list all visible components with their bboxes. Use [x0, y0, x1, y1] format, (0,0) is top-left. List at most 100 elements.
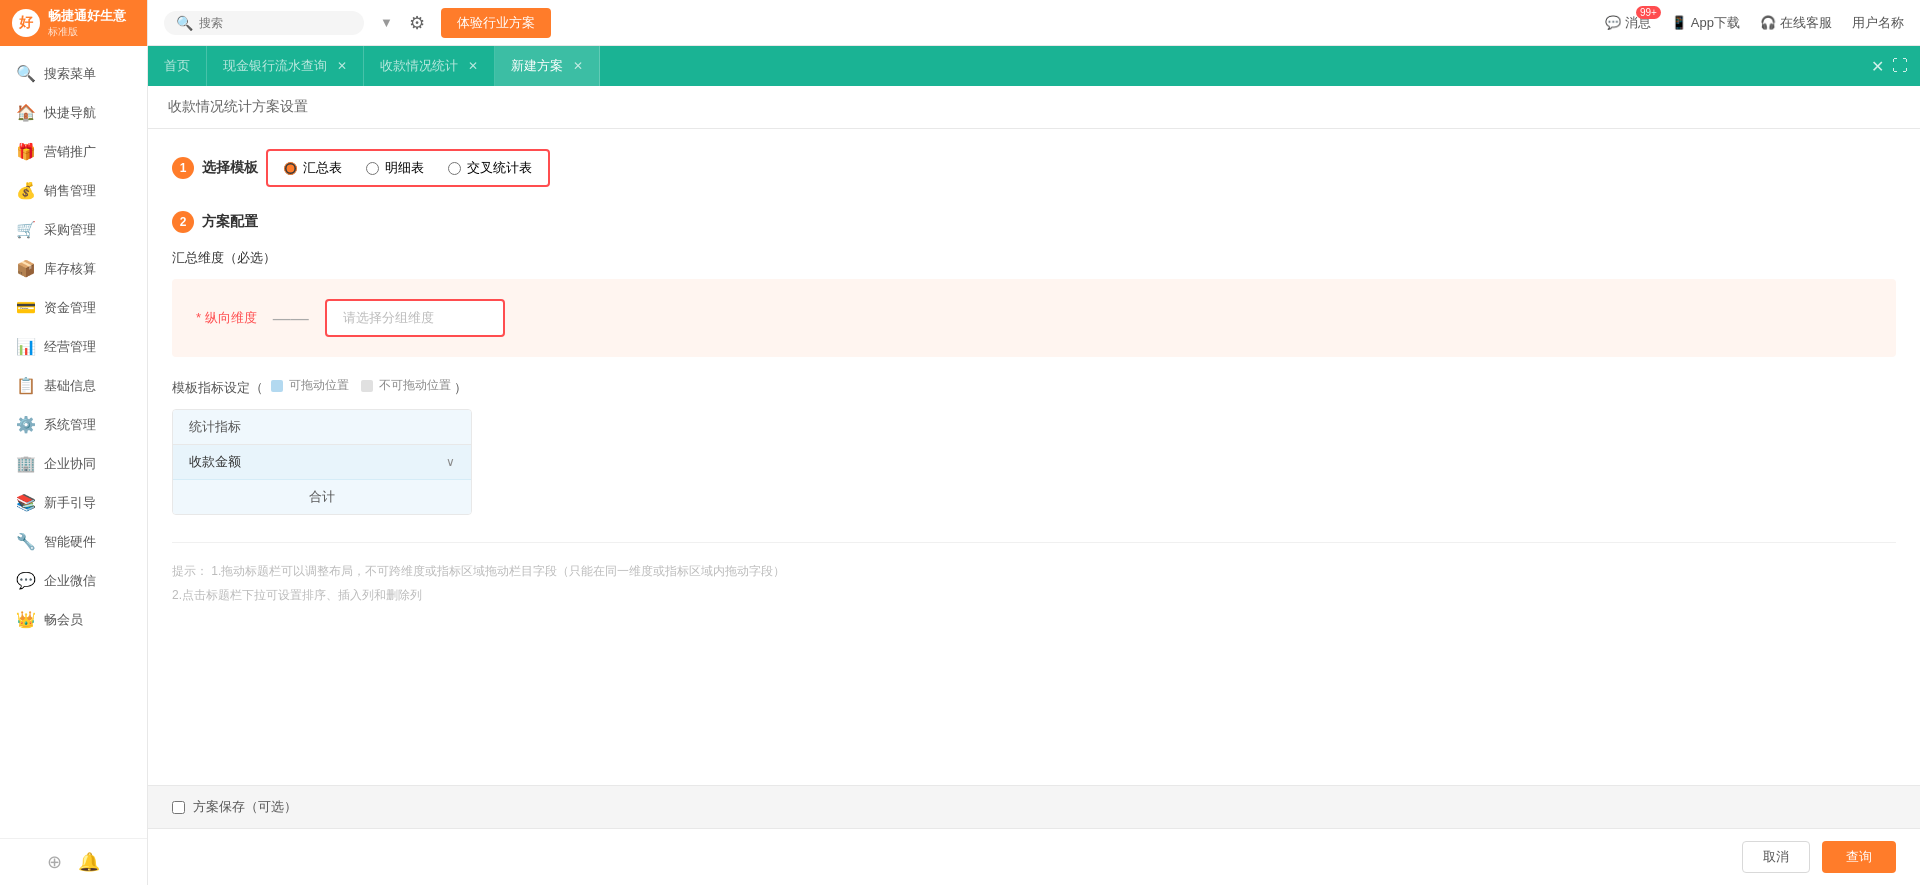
vertical-dimension-label: * 纵向维度 — [196, 309, 257, 327]
step1-number: 1 — [172, 157, 194, 179]
sidebar-item-label: 快捷导航 — [44, 104, 131, 122]
online-support-button[interactable]: 🎧 在线客服 — [1760, 14, 1832, 32]
step1-section: 1 选择模板 汇总表 明细表 交叉统计表 — [172, 149, 1896, 187]
content-area: 收款情况统计方案设置 1 选择模板 汇总表 明细表 — [148, 86, 1920, 885]
clipboard-icon: 📋 — [16, 376, 36, 395]
metric-header: 模板指标设定（ 可拖动位置 不可拖动位置 — [172, 377, 1896, 397]
fixed-dot — [361, 380, 373, 392]
step2-number: 2 — [172, 211, 194, 233]
sidebar-item-purchase[interactable]: 🛒 采购管理 — [0, 210, 147, 249]
sidebar-logo: 好 畅捷通好生意 标准版 — [0, 0, 147, 46]
dimension-area: * 纵向维度 —— 请选择分组维度 — [172, 279, 1896, 357]
sidebar-item-marketing[interactable]: 🎁 营销推广 — [0, 132, 147, 171]
sidebar-item-member[interactable]: 👑 畅会员 — [0, 600, 147, 639]
tab-home-label: 首页 — [164, 57, 190, 75]
sidebar-item-label: 采购管理 — [44, 221, 131, 239]
sidebar-item-label: 畅会员 — [44, 611, 131, 629]
tab-bank-flow[interactable]: 现金银行流水查询 ✕ — [207, 46, 364, 86]
tab-receipt-stats-close[interactable]: ✕ — [468, 59, 478, 73]
metric-table-header: 统计指标 — [173, 410, 471, 445]
dimension-title: 汇总维度（必选） — [172, 249, 1896, 267]
tab-home[interactable]: 首页 — [148, 46, 207, 86]
sidebar-item-search[interactable]: 🔍 搜索菜单 — [0, 54, 147, 93]
tabs-expand-icon[interactable]: ⛶ — [1892, 57, 1908, 75]
radio-summary[interactable]: 汇总表 — [284, 159, 342, 177]
movable-dot — [271, 380, 283, 392]
app-download-label: App下载 — [1691, 14, 1740, 32]
sidebar-item-label: 基础信息 — [44, 377, 131, 395]
sidebar-item-quick-nav[interactable]: 🏠 快捷导航 — [0, 93, 147, 132]
step2-title: 方案配置 — [202, 213, 258, 231]
sidebar-item-label: 智能硬件 — [44, 533, 131, 551]
sidebar-item-inventory[interactable]: 📦 库存核算 — [0, 249, 147, 288]
dimension-select[interactable]: 请选择分组维度 — [325, 299, 505, 337]
radio-summary-label: 汇总表 — [303, 159, 342, 177]
user-button[interactable]: 用户名称 — [1852, 14, 1904, 32]
form-container: 1 选择模板 汇总表 明细表 交叉统计表 — [148, 129, 1920, 785]
logo-name: 畅捷通好生意 — [48, 7, 126, 25]
search-box[interactable]: 🔍 — [164, 11, 364, 35]
sidebar-bottom: ⊕ 🔔 — [0, 838, 147, 885]
sidebar-item-operations[interactable]: 📊 经营管理 — [0, 327, 147, 366]
step2-header: 2 方案配置 — [172, 211, 1896, 233]
tip-line2: 2.点击标题栏下拉可设置排序、插入列和删除列 — [172, 583, 1896, 607]
sidebar-bottom-icon-right[interactable]: 🔔 — [78, 851, 100, 873]
tool-icon: 🔧 — [16, 532, 36, 551]
save-checkbox[interactable] — [172, 801, 185, 814]
tabs-actions: ✕ ⛶ — [1859, 46, 1920, 86]
sidebar-item-label: 企业微信 — [44, 572, 131, 590]
tab-bank-flow-close[interactable]: ✕ — [337, 59, 347, 73]
search-input[interactable] — [199, 16, 349, 30]
money-icon: 💰 — [16, 181, 36, 200]
search-dropdown-icon[interactable]: ▼ — [380, 15, 393, 30]
settings-icon[interactable]: ⚙ — [409, 12, 425, 34]
sidebar-item-smart-hw[interactable]: 🔧 智能硬件 — [0, 522, 147, 561]
sidebar-item-beginner[interactable]: 📚 新手引导 — [0, 483, 147, 522]
logo-icon: 好 — [12, 9, 40, 37]
metric-table: 统计指标 收款金额 ∨ 合计 — [172, 409, 472, 515]
logo-version: 标准版 — [48, 25, 126, 39]
sidebar-item-label: 资金管理 — [44, 299, 131, 317]
sidebar-nav: 🔍 搜索菜单 🏠 快捷导航 🎁 营销推广 💰 销售管理 🛒 采购管理 📦 库存核… — [0, 46, 147, 838]
sidebar-item-finance[interactable]: 💳 资金管理 — [0, 288, 147, 327]
tab-new-plan-close[interactable]: ✕ — [573, 59, 583, 73]
download-icon: 📱 — [1671, 15, 1687, 30]
sidebar-item-label: 库存核算 — [44, 260, 131, 278]
dimension-row: * 纵向维度 —— 请选择分组维度 — [196, 299, 1872, 337]
cancel-button[interactable]: 取消 — [1742, 841, 1810, 873]
tip-line1: 提示： 1.拖动标题栏可以调整布局，不可跨维度或指标区域拖动栏目字段（只能在同一… — [172, 559, 1896, 583]
search-icon: 🔍 — [16, 64, 36, 83]
message-button[interactable]: 💬 消息 99+ — [1605, 14, 1651, 32]
sidebar-item-enterprise[interactable]: 🏢 企业协同 — [0, 444, 147, 483]
tab-bank-flow-label: 现金银行流水查询 — [223, 57, 327, 75]
tab-new-plan-label: 新建方案 — [511, 57, 563, 75]
topbar: 🔍 ▼ ⚙ 体验行业方案 💬 消息 99+ 📱 App下载 🎧 在线客服 用户名… — [148, 0, 1920, 46]
save-option-bar: 方案保存（可选） — [148, 785, 1920, 828]
search-icon: 🔍 — [176, 15, 193, 31]
sidebar-item-label: 企业协同 — [44, 455, 131, 473]
tab-new-plan[interactable]: 新建方案 ✕ — [495, 46, 600, 86]
main-area: 🔍 ▼ ⚙ 体验行业方案 💬 消息 99+ 📱 App下载 🎧 在线客服 用户名… — [148, 0, 1920, 885]
bottom-bar: 取消 查询 — [148, 828, 1920, 885]
tips-section: 提示： 1.拖动标题栏可以调整布局，不可跨维度或指标区域拖动栏目字段（只能在同一… — [172, 542, 1896, 607]
save-option-label[interactable]: 方案保存（可选） — [193, 798, 297, 816]
dimension-config: 汇总维度（必选） * 纵向维度 —— 请选择分组维度 — [172, 249, 1896, 607]
tab-receipt-stats[interactable]: 收款情况统计 ✕ — [364, 46, 495, 86]
metric-cell-amount[interactable]: 收款金额 ∨ — [173, 445, 471, 480]
tabs-close-icon[interactable]: ✕ — [1871, 57, 1884, 76]
sidebar-bottom-icon-left[interactable]: ⊕ — [47, 851, 62, 873]
sidebar-item-corp-wechat[interactable]: 💬 企业微信 — [0, 561, 147, 600]
query-button[interactable]: 查询 — [1822, 841, 1896, 873]
metric-settings-label: 模板指标设定（ 可拖动位置 不可拖动位置 — [172, 377, 467, 397]
app-download-button[interactable]: 📱 App下载 — [1671, 14, 1740, 32]
dimension-arrow: —— — [273, 308, 309, 329]
sidebar-item-sales[interactable]: 💰 销售管理 — [0, 171, 147, 210]
sidebar-item-base-info[interactable]: 📋 基础信息 — [0, 366, 147, 405]
trial-button[interactable]: 体验行业方案 — [441, 8, 551, 38]
step1-title: 选择模板 — [202, 159, 258, 177]
dimension-placeholder: 请选择分组维度 — [343, 310, 434, 325]
sidebar-item-system[interactable]: ⚙️ 系统管理 — [0, 405, 147, 444]
radio-detail[interactable]: 明细表 — [366, 159, 424, 177]
tab-bar: 首页 现金银行流水查询 ✕ 收款情况统计 ✕ 新建方案 ✕ ✕ ⛶ — [148, 46, 1920, 86]
radio-cross[interactable]: 交叉统计表 — [448, 159, 532, 177]
